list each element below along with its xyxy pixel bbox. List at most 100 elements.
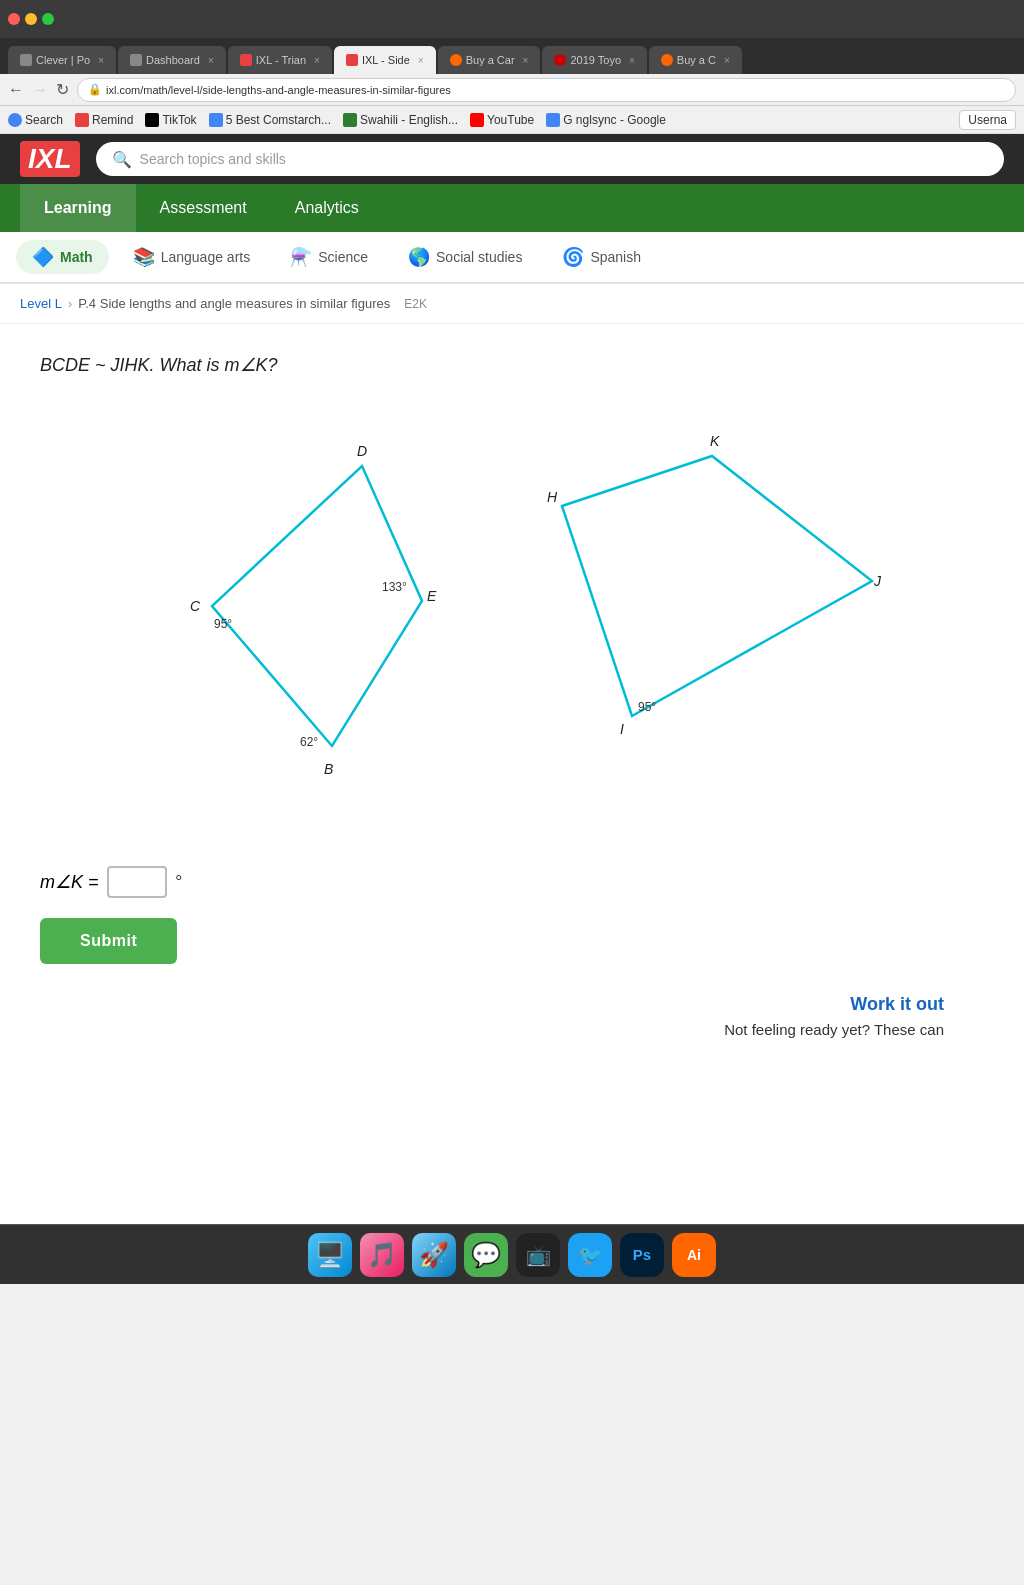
tab-buycar2[interactable]: Buy a C × <box>649 46 742 74</box>
problem-title: BCDE ~ JIHK. What is m∠K? <box>40 354 984 376</box>
bookmark-search[interactable]: Search <box>8 113 63 127</box>
buycar2-favicon <box>661 54 673 66</box>
bookmark-youtube[interactable]: YouTube <box>470 113 534 127</box>
tab-buycar[interactable]: Buy a Car × <box>438 46 541 74</box>
close-button[interactable] <box>8 13 20 25</box>
ixl-nav: Learning Assessment Analytics <box>0 184 1024 232</box>
math-icon: 🔷 <box>32 246 54 268</box>
work-it-out-title: Work it out <box>40 994 944 1015</box>
breadcrumb-level[interactable]: Level L <box>20 296 62 311</box>
svg-text:I: I <box>620 721 624 737</box>
subject-tabs: 🔷 Math 📚 Language arts ⚗️ Science 🌎 Soci… <box>0 232 1024 284</box>
ixl-favicon <box>346 54 358 66</box>
back-button[interactable]: ← <box>8 81 24 99</box>
username-button[interactable]: Userna <box>959 110 1016 130</box>
mac-dock: 🖥️ 🎵 🚀 💬 📺 🐦 Ps Ai <box>0 1224 1024 1284</box>
svg-text:K: K <box>710 433 720 449</box>
breadcrumb-code: E2K <box>404 297 427 311</box>
clever-favicon <box>20 54 32 66</box>
tab-dashboard-label: Dashboard <box>146 54 200 66</box>
tab-ixl-trian[interactable]: IXL - Trian × <box>228 46 332 74</box>
tab-close[interactable]: × <box>629 55 635 66</box>
tab-close[interactable]: × <box>208 55 214 66</box>
submit-button[interactable]: Submit <box>40 918 177 964</box>
address-bar[interactable]: 🔒 ixl.com/math/level-l/side-lengths-and-… <box>77 78 1016 102</box>
dock-finder[interactable]: 🖥️ <box>308 1233 352 1277</box>
nav-analytics[interactable]: Analytics <box>271 184 383 232</box>
refresh-button[interactable]: ↻ <box>56 80 69 99</box>
figures-container: C D E B 95° 133° 62° H K J I 95° <box>40 406 984 826</box>
tab-close[interactable]: × <box>724 55 730 66</box>
ngl-favicon <box>546 113 560 127</box>
ixl-app: IXL 🔍 Search topics and skills Learning … <box>0 134 1024 1224</box>
bookmark-tiktok[interactable]: TikTok <box>145 113 196 127</box>
ixl-favicon <box>240 54 252 66</box>
youtube-favicon <box>470 113 484 127</box>
tab-science-label: Science <box>318 249 368 265</box>
remind-favicon <box>75 113 89 127</box>
tab-ixl-trian-label: IXL - Trian <box>256 54 306 66</box>
dock-launchpad[interactable]: 🚀 <box>412 1233 456 1277</box>
tab-toyota-label: 2019 Toyo <box>570 54 621 66</box>
nav-assessment[interactable]: Assessment <box>136 184 271 232</box>
tab-language-arts[interactable]: 📚 Language arts <box>117 240 267 274</box>
svg-text:95°: 95° <box>214 617 232 631</box>
tabs-bar: Clever | Po × Dashboard × IXL - Trian × … <box>0 38 1024 74</box>
tab-math-label: Math <box>60 249 93 265</box>
nav-learning[interactable]: Learning <box>20 184 136 232</box>
breadcrumb-separator: › <box>68 296 72 311</box>
tab-close[interactable]: × <box>418 55 424 66</box>
answer-input[interactable] <box>107 866 167 898</box>
spanish-icon: 🌀 <box>562 246 584 268</box>
swahili-favicon <box>343 113 357 127</box>
dock-photoshop[interactable]: Ps <box>620 1233 664 1277</box>
tab-close[interactable]: × <box>523 55 529 66</box>
breadcrumb-section: P.4 Side lengths and angle measures in s… <box>78 296 390 311</box>
toyota-favicon <box>554 54 566 66</box>
tab-spanish-label: Spanish <box>590 249 641 265</box>
tab-social-studies[interactable]: 🌎 Social studies <box>392 240 538 274</box>
search-input-container[interactable]: 🔍 Search topics and skills <box>96 142 1004 176</box>
bookmark-comstarch[interactable]: 5 Best Comstarch... <box>209 113 331 127</box>
dock-messages[interactable]: 💬 <box>464 1233 508 1277</box>
bookmark-ngl-label: G nglsync - Google <box>563 113 666 127</box>
dock-tv[interactable]: 📺 <box>516 1233 560 1277</box>
tab-ixl-side[interactable]: IXL - Side × <box>334 46 436 74</box>
minimize-button[interactable] <box>25 13 37 25</box>
dock-bird[interactable]: 🐦 <box>568 1233 612 1277</box>
svg-marker-0 <box>212 466 422 746</box>
bookmark-search-label: Search <box>25 113 63 127</box>
dock-music[interactable]: 🎵 <box>360 1233 404 1277</box>
buycar-favicon <box>450 54 462 66</box>
tab-dashboard[interactable]: Dashboard × <box>118 46 226 74</box>
tab-clever-label: Clever | Po <box>36 54 90 66</box>
tab-close[interactable]: × <box>314 55 320 66</box>
svg-text:E: E <box>427 588 437 604</box>
tab-clever[interactable]: Clever | Po × <box>8 46 116 74</box>
bookmark-swahili-label: Swahili - English... <box>360 113 458 127</box>
search-placeholder: Search topics and skills <box>140 151 286 167</box>
maximize-button[interactable] <box>42 13 54 25</box>
svg-text:B: B <box>324 761 333 777</box>
tab-close[interactable]: × <box>98 55 104 66</box>
tab-language-arts-label: Language arts <box>161 249 251 265</box>
tab-spanish[interactable]: 🌀 Spanish <box>546 240 657 274</box>
bookmark-swahili[interactable]: Swahili - English... <box>343 113 458 127</box>
breadcrumb: Level L › P.4 Side lengths and angle mea… <box>0 284 1024 324</box>
svg-marker-8 <box>562 456 872 716</box>
tab-buycar2-label: Buy a C <box>677 54 716 66</box>
forward-button[interactable]: → <box>32 81 48 99</box>
not-ready-text: Not feeling ready yet? These can <box>40 1021 944 1038</box>
work-section: Work it out Not feeling ready yet? These… <box>40 994 984 1038</box>
language-arts-icon: 📚 <box>133 246 155 268</box>
dashboard-favicon <box>130 54 142 66</box>
dock-illustrator[interactable]: Ai <box>672 1233 716 1277</box>
bookmark-ngl[interactable]: G nglsync - Google <box>546 113 666 127</box>
svg-text:D: D <box>357 443 367 459</box>
tab-buycar-label: Buy a Car <box>466 54 515 66</box>
tab-toyota[interactable]: 2019 Toyo × <box>542 46 646 74</box>
tab-science[interactable]: ⚗️ Science <box>274 240 384 274</box>
tab-math[interactable]: 🔷 Math <box>16 240 109 274</box>
bookmark-youtube-label: YouTube <box>487 113 534 127</box>
bookmark-remind[interactable]: Remind <box>75 113 133 127</box>
